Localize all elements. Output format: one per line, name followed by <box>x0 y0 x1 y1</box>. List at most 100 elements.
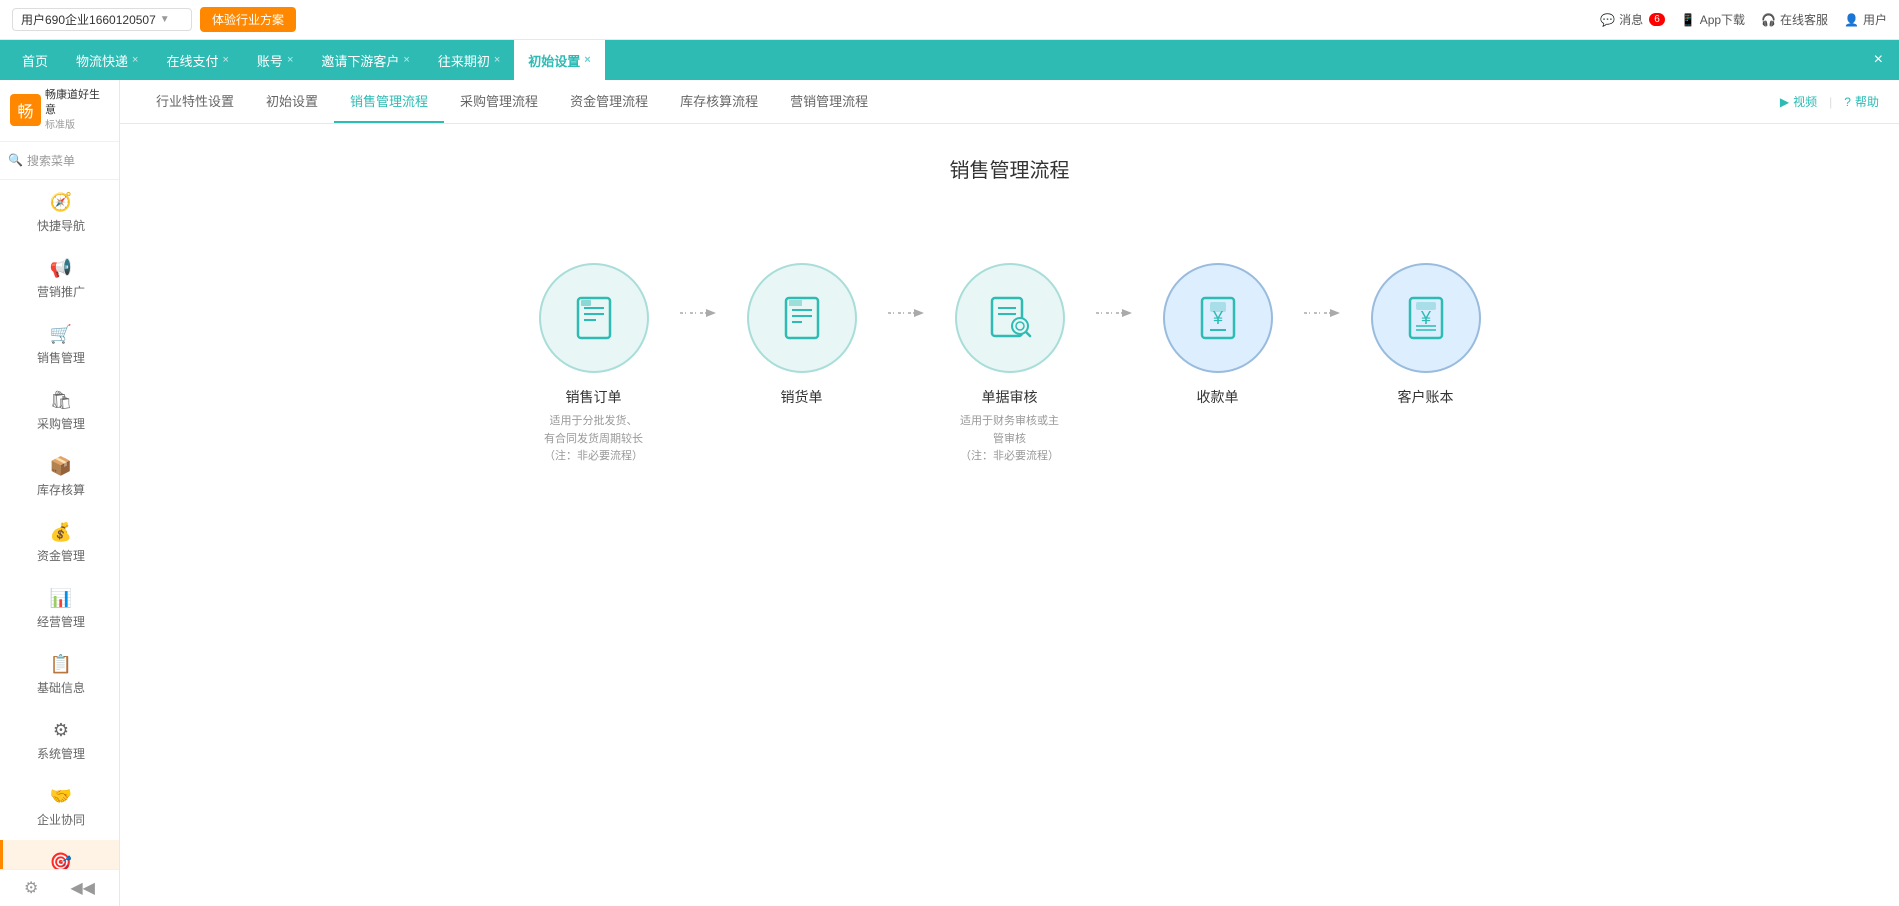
sales-invoice-circle[interactable] <box>747 263 857 373</box>
experience-button[interactable]: 体验行业方案 <box>200 7 296 32</box>
sidebar-item-finance[interactable]: 💰 资金管理 <box>0 510 119 576</box>
sub-tab-industry-label: 行业特性设置 <box>156 91 234 110</box>
sub-tab-inventory-flow[interactable]: 库存核算流程 <box>664 80 774 123</box>
page-content: 销售管理流程 销售订单 适用于分批发货、有合同 <box>120 124 1899 906</box>
close-icon[interactable]: × <box>584 54 590 66</box>
message-label: 消息 <box>1619 11 1643 28</box>
app-download-label: App下载 <box>1700 11 1745 28</box>
sidebar-item-purchase[interactable]: 🛍 采购管理 <box>0 378 119 444</box>
sidebar-search[interactable]: 🔍 搜索菜单 <box>0 142 119 180</box>
sales-order-circle[interactable] <box>539 263 649 373</box>
tab-home[interactable]: 首页 <box>8 40 62 80</box>
tab-logistics[interactable]: 物流快递 × <box>62 40 152 80</box>
sidebar-item-sales-label: 销售管理 <box>37 349 85 366</box>
collapse-icon[interactable]: ◀◀ <box>70 878 95 898</box>
flow-chart: 销售订单 适用于分批发货、有合同发货周期较长（注：非必要流程） <box>150 243 1869 486</box>
flow-item-receipt: ¥ 收款单 <box>1138 263 1298 413</box>
sub-tab-marketing-flow[interactable]: 营销管理流程 <box>774 80 884 123</box>
sidebar-item-nav[interactable]: 🧭 快捷导航 <box>0 180 119 246</box>
nav-tabs-close-button[interactable]: × <box>1866 51 1891 69</box>
tab-account[interactable]: 账号 × <box>243 40 307 80</box>
settings-icon[interactable]: ⚙ <box>24 878 38 898</box>
header-right: 💬 消息 6 📱 App下载 🎧 在线客服 👤 用户 <box>1600 11 1887 28</box>
sidebar-footer: ⚙ ◀◀ <box>0 869 119 906</box>
doc-review-desc: 适用于财务审核或主管审核（注：非必要流程） <box>960 413 1059 466</box>
tab-home-label: 首页 <box>22 51 48 70</box>
tab-history-label: 往来期初 <box>438 51 490 70</box>
online-service-item[interactable]: 🎧 在线客服 <box>1761 11 1828 28</box>
search-menu-label: 搜索菜单 <box>27 152 75 169</box>
sub-tab-inventory-flow-label: 库存核算流程 <box>680 91 758 110</box>
nav-tabs: 首页 物流快递 × 在线支付 × 账号 × 邀请下游客户 × 往来期初 × 初始… <box>0 40 1899 80</box>
sub-tab-finance-flow[interactable]: 资金管理流程 <box>554 80 664 123</box>
sub-tabs: 行业特性设置 初始设置 销售管理流程 采购管理流程 资金管理流程 库存核算流程 … <box>120 80 1899 124</box>
sidebar-item-guide[interactable]: 🎯 新手引导 <box>0 840 119 869</box>
user-item[interactable]: 👤 用户 <box>1844 11 1887 28</box>
tab-init-label: 初始设置 <box>528 51 580 70</box>
video-link[interactable]: ▶ 视频 <box>1780 93 1817 110</box>
message-badge: 6 <box>1649 13 1665 26</box>
sidebar-item-operation[interactable]: 📊 经营管理 <box>0 576 119 642</box>
flow-arrow-4 <box>1302 263 1342 323</box>
sidebar-item-system[interactable]: ⚙ 系统管理 <box>0 708 119 774</box>
sub-tab-purchase-flow[interactable]: 采购管理流程 <box>444 80 554 123</box>
main-layout: 畅 畅康道好生意 标准版 🔍 搜索菜单 🧭 快捷导航 📢 营销推广 <box>0 80 1899 906</box>
sub-tab-industry[interactable]: 行业特性设置 <box>140 80 250 123</box>
sales-invoice-label: 销货单 <box>781 387 823 407</box>
tab-payment[interactable]: 在线支付 × <box>152 40 242 80</box>
close-icon[interactable]: × <box>222 54 228 66</box>
help-link[interactable]: ? 帮助 <box>1844 93 1879 110</box>
avatar: 👤 <box>1844 13 1859 27</box>
user-name-label: 用户 <box>1863 11 1887 28</box>
online-service-label: 在线客服 <box>1780 11 1828 28</box>
sales-order-label: 销售订单 <box>566 387 622 407</box>
sub-tabs-right: ▶ 视频 | ? 帮助 <box>1780 93 1879 110</box>
sidebar-item-finance-label: 资金管理 <box>37 547 85 564</box>
help-label: 帮助 <box>1855 93 1879 110</box>
sub-tab-marketing-flow-label: 营销管理流程 <box>790 91 868 110</box>
sidebar-item-inventory[interactable]: 📦 库存核算 <box>0 444 119 510</box>
doc-review-icon <box>984 292 1036 344</box>
sub-tab-sales-flow[interactable]: 销售管理流程 <box>334 80 444 123</box>
close-icon[interactable]: × <box>287 54 293 66</box>
logo-area: 畅 畅康道好生意 标准版 <box>0 80 119 142</box>
tab-init-settings[interactable]: 初始设置 × <box>514 40 604 80</box>
sub-tab-initial-label: 初始设置 <box>266 91 318 110</box>
tab-payment-label: 在线支付 <box>166 51 218 70</box>
close-icon[interactable]: × <box>494 54 500 66</box>
receipt-icon: ¥ <box>1192 292 1244 344</box>
sidebar-item-collab[interactable]: 🤝 企业协同 <box>0 774 119 840</box>
sales-order-icon <box>568 292 620 344</box>
doc-review-circle[interactable] <box>955 263 1065 373</box>
sidebar-item-operation-label: 经营管理 <box>37 613 85 630</box>
sidebar-item-purchase-label: 采购管理 <box>37 415 85 432</box>
receipt-circle[interactable]: ¥ <box>1163 263 1273 373</box>
close-icon[interactable]: × <box>403 54 409 66</box>
sidebar-item-sales[interactable]: 🛒 销售管理 <box>0 312 119 378</box>
sidebar-item-basic[interactable]: 📋 基础信息 <box>0 642 119 708</box>
sidebar-item-marketing[interactable]: 📢 营销推广 <box>0 246 119 312</box>
tab-history[interactable]: 往来期初 × <box>424 40 514 80</box>
megaphone-icon: 📢 <box>50 258 72 279</box>
app-download-item[interactable]: 📱 App下载 <box>1681 11 1745 28</box>
phone-icon: 📱 <box>1681 13 1696 27</box>
close-icon[interactable]: × <box>132 54 138 66</box>
flow-item-customer-ledger: ¥ 客户账本 <box>1346 263 1506 413</box>
doc-review-label: 单据审核 <box>982 387 1038 407</box>
sidebar-item-collab-label: 企业协同 <box>37 811 85 828</box>
flow-item-doc-review: 单据审核 适用于财务审核或主管审核（注：非必要流程） <box>930 263 1090 466</box>
sidebar-item-system-label: 系统管理 <box>37 745 85 762</box>
customer-ledger-icon: ¥ <box>1400 292 1452 344</box>
sidebar-items: 🧭 快捷导航 📢 营销推广 🛒 销售管理 🛍 采购管理 📦 库存核算 💰 <box>0 180 119 869</box>
headset-icon: 🎧 <box>1761 13 1776 27</box>
sales-order-desc: 适用于分批发货、有合同发货周期较长（注：非必要流程） <box>544 413 643 466</box>
sidebar-item-basic-label: 基础信息 <box>37 679 85 696</box>
play-icon: ▶ <box>1780 95 1789 109</box>
customer-ledger-circle[interactable]: ¥ <box>1371 263 1481 373</box>
message-item[interactable]: 💬 消息 6 <box>1600 11 1665 28</box>
user-selector[interactable]: 用户690企业1660120507 ▼ <box>12 8 192 31</box>
tab-invite[interactable]: 邀请下游客户 × <box>307 40 423 80</box>
sub-tab-initial[interactable]: 初始设置 <box>250 80 334 123</box>
chart-icon: 📊 <box>50 588 72 609</box>
sales-invoice-icon <box>776 292 828 344</box>
